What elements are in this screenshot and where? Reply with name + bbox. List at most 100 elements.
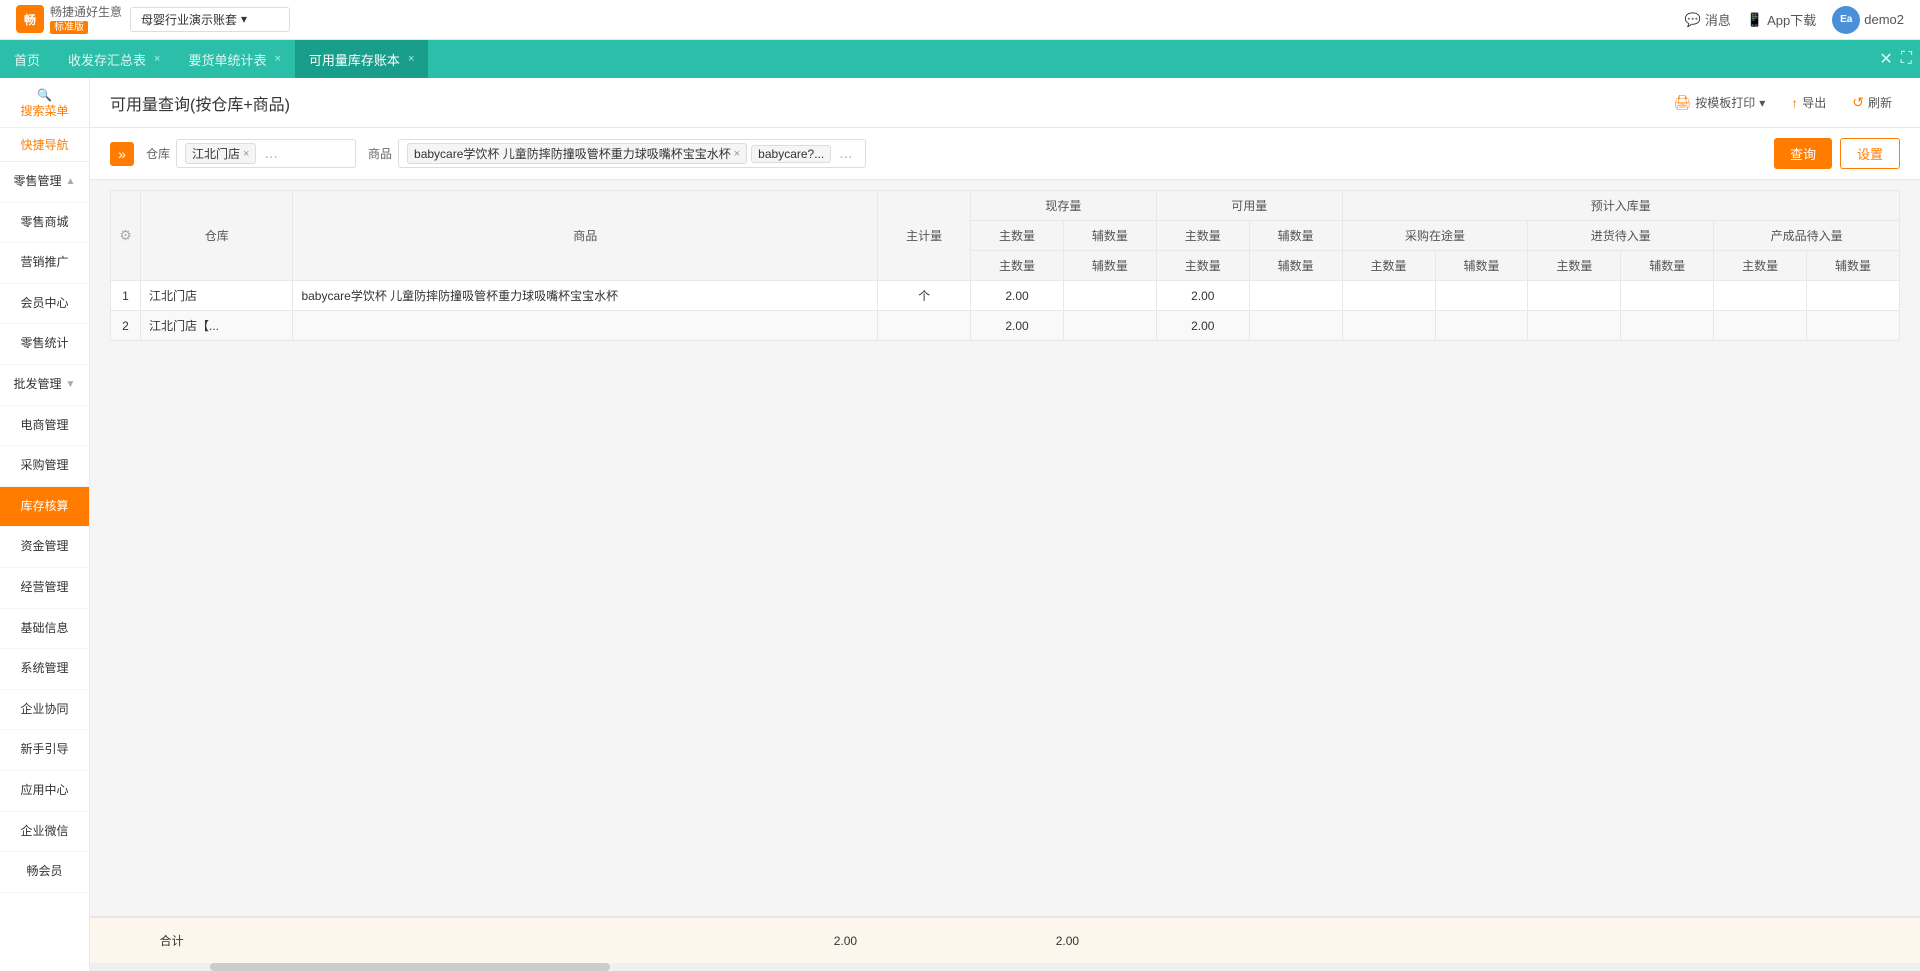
footer-current-qty: 2.00 (790, 926, 901, 955)
col-gear-header[interactable]: ⚙ (111, 191, 141, 281)
sidebar-quick-nav[interactable]: 快捷导航 (0, 128, 89, 162)
row1-avail-aux (1249, 281, 1342, 311)
refresh-button[interactable]: ↺ 刷新 (1844, 90, 1900, 115)
row2-production-qty (1714, 311, 1807, 341)
top-bar-left: 畅 畅捷通好生意 标准版 母婴行业演示账套 ▾ (16, 5, 290, 34)
sidebar-item-operations[interactable]: 经营管理 (0, 568, 89, 609)
sidebar-item-vip[interactable]: 畅会员 (0, 852, 89, 893)
row1-current-qty: 2.00 (971, 281, 1064, 311)
col-current-main-header: 主数量 (971, 221, 1064, 251)
col-current-aux-header: 辅数量 (1063, 221, 1156, 251)
main-layout: 🔍 搜索菜单 快捷导航 零售管理 ▲ 零售商城 营销推广 会员中心 零售统计 (0, 78, 1920, 971)
sidebar-item-inventory[interactable]: 库存核算 (0, 487, 89, 528)
warehouse-input[interactable]: 江北门店 × ... (176, 139, 356, 168)
tab-receipt-summary[interactable]: 收发存汇总表 × (54, 40, 174, 78)
footer-unit (707, 926, 790, 955)
row2-production-aux (1807, 311, 1900, 341)
sidebar-item-purchase[interactable]: 采购管理 (0, 446, 89, 487)
footer-current-aux (901, 926, 1012, 955)
col-incoming-main: 主数量 (1528, 251, 1621, 281)
sidebar-item-enterprise-wechat[interactable]: 企业微信 (0, 812, 89, 853)
logo-area: 畅 畅捷通好生意 标准版 (16, 5, 122, 34)
product-tag-1: babycare学饮杯 儿童防摔防撞吸管杯重力球吸嘴杯宝宝水杯 × (407, 143, 747, 164)
footer-avail-qty: 2.00 (1012, 926, 1123, 955)
top-bar-right: 💬 消息 📱 App下载 Ea demo2 (1685, 6, 1904, 34)
sidebar-item-enterprise[interactable]: 企业协同 (0, 690, 89, 731)
footer-table: 合计 2.00 2.00 (110, 926, 1900, 955)
warehouse-tag: 江北门店 × (185, 143, 256, 164)
sidebar-item-guide[interactable]: 新手引导 (0, 730, 89, 771)
row2-incoming-aux (1621, 311, 1714, 341)
gear-icon: ⚙ (119, 227, 132, 243)
row2-unit (878, 311, 971, 341)
download-icon: 📱 (1747, 12, 1763, 28)
content-area: 可用量查询(按仓库+商品) 🖨 按模板打印 ▾ ↑ 导出 ↺ 刷新 » (90, 78, 1920, 971)
product-more-icon[interactable]: ... (835, 145, 856, 163)
print-chevron-icon: ▾ (1759, 96, 1765, 110)
col-incoming-header: 进货待入量 (1528, 221, 1714, 251)
sidebar-item-system[interactable]: 系统管理 (0, 649, 89, 690)
warehouse-tag-close[interactable]: × (243, 148, 249, 160)
col-avail-main-header: 主数量 (1156, 221, 1249, 251)
horizontal-scrollbar[interactable] (90, 963, 1920, 971)
tab-close-order[interactable]: × (274, 53, 280, 65)
row2-avail-qty: 2.00 (1156, 311, 1249, 341)
sidebar-item-app-center[interactable]: 应用中心 (0, 771, 89, 812)
row1-warehouse: 江北门店 (141, 281, 293, 311)
footer-gear (110, 926, 152, 955)
sidebar-item-retail-store[interactable]: 零售商城 (0, 203, 89, 244)
product-input[interactable]: babycare学饮杯 儿童防摔防撞吸管杯重力球吸嘴杯宝宝水杯 × babyca… (398, 139, 866, 168)
row1-incoming-aux (1621, 281, 1714, 311)
logo-icon: 畅 (16, 5, 44, 33)
footer-label: 合计 (152, 926, 291, 955)
download-button[interactable]: 📱 App下载 (1747, 10, 1816, 29)
setting-button[interactable]: 设置 (1840, 138, 1900, 169)
sidebar-item-marketing[interactable]: 营销推广 (0, 243, 89, 284)
tab-close-available[interactable]: × (408, 53, 414, 65)
message-button[interactable]: 💬 消息 (1685, 10, 1731, 29)
export-button[interactable]: ↑ 导出 (1783, 90, 1834, 115)
sidebar-item-basic-info[interactable]: 基础信息 (0, 609, 89, 650)
product-tag-1-close[interactable]: × (734, 148, 740, 160)
col-current-main-sub: 主数量 (971, 251, 1064, 281)
row2-warehouse: 江北门店【... (141, 311, 293, 341)
template-selector[interactable]: 母婴行业演示账套 ▾ (130, 7, 290, 32)
filter-expand-button[interactable]: » (110, 142, 134, 166)
row1-production-aux (1807, 281, 1900, 311)
tab-home[interactable]: 首页 (0, 40, 54, 78)
row1-purchase-aux (1435, 281, 1528, 311)
row1-product: babycare学饮杯 儿童防摔防撞吸管杯重力球吸嘴杯宝宝水杯 (293, 281, 878, 311)
query-button[interactable]: 查询 (1774, 138, 1832, 169)
tab-close-all-button[interactable]: ✕ (1879, 49, 1892, 69)
tab-available-stock[interactable]: 可用量库存账本 × (295, 40, 428, 78)
col-avail-aux-header: 辅数量 (1249, 221, 1342, 251)
footer-avail-aux (1123, 926, 1234, 955)
sidebar-item-retail-stats[interactable]: 零售统计 (0, 324, 89, 365)
row2-current-aux (1063, 311, 1156, 341)
user-menu[interactable]: Ea demo2 (1832, 6, 1904, 34)
tab-close-receipt[interactable]: × (154, 53, 160, 65)
sidebar-item-wholesale[interactable]: 批发管理 ▼ (0, 365, 89, 406)
row1-avail-qty: 2.00 (1156, 281, 1249, 311)
sidebar-item-member-center[interactable]: 会员中心 (0, 284, 89, 325)
refresh-icon: ↺ (1852, 94, 1864, 111)
sidebar-item-finance[interactable]: 资金管理 (0, 527, 89, 568)
table-container: ⚙ 仓库 商品 主计量 现存量 可用量 预计入库量 主数量 辅数量 主数量 辅数… (90, 180, 1920, 916)
col-incoming-aux: 辅数量 (1621, 251, 1714, 281)
warehouse-more-icon[interactable]: ... (260, 145, 281, 163)
search-icon: 🔍 (37, 88, 52, 102)
tab-order-stats[interactable]: 要货单统计表 × (174, 40, 294, 78)
col-production-main: 主数量 (1714, 251, 1807, 281)
footer-incoming-qty (1456, 926, 1567, 955)
sidebar-item-ecommerce[interactable]: 电商管理 (0, 406, 89, 447)
row2-purchase-aux (1435, 311, 1528, 341)
print-button[interactable]: 🖨 按模板打印 ▾ (1665, 90, 1773, 115)
sidebar: 🔍 搜索菜单 快捷导航 零售管理 ▲ 零售商城 营销推广 会员中心 零售统计 (0, 78, 90, 971)
col-forecast-header: 预计入库量 (1342, 191, 1899, 221)
sidebar-item-retail-mgmt[interactable]: 零售管理 ▲ (0, 162, 89, 203)
scrollbar-thumb[interactable] (210, 963, 610, 971)
row1-purchase-qty (1342, 281, 1435, 311)
tab-maximize-button[interactable]: ⛶ (1901, 50, 1912, 68)
data-table: ⚙ 仓库 商品 主计量 现存量 可用量 预计入库量 主数量 辅数量 主数量 辅数… (110, 190, 1900, 341)
sidebar-search[interactable]: 🔍 搜索菜单 (0, 78, 89, 128)
